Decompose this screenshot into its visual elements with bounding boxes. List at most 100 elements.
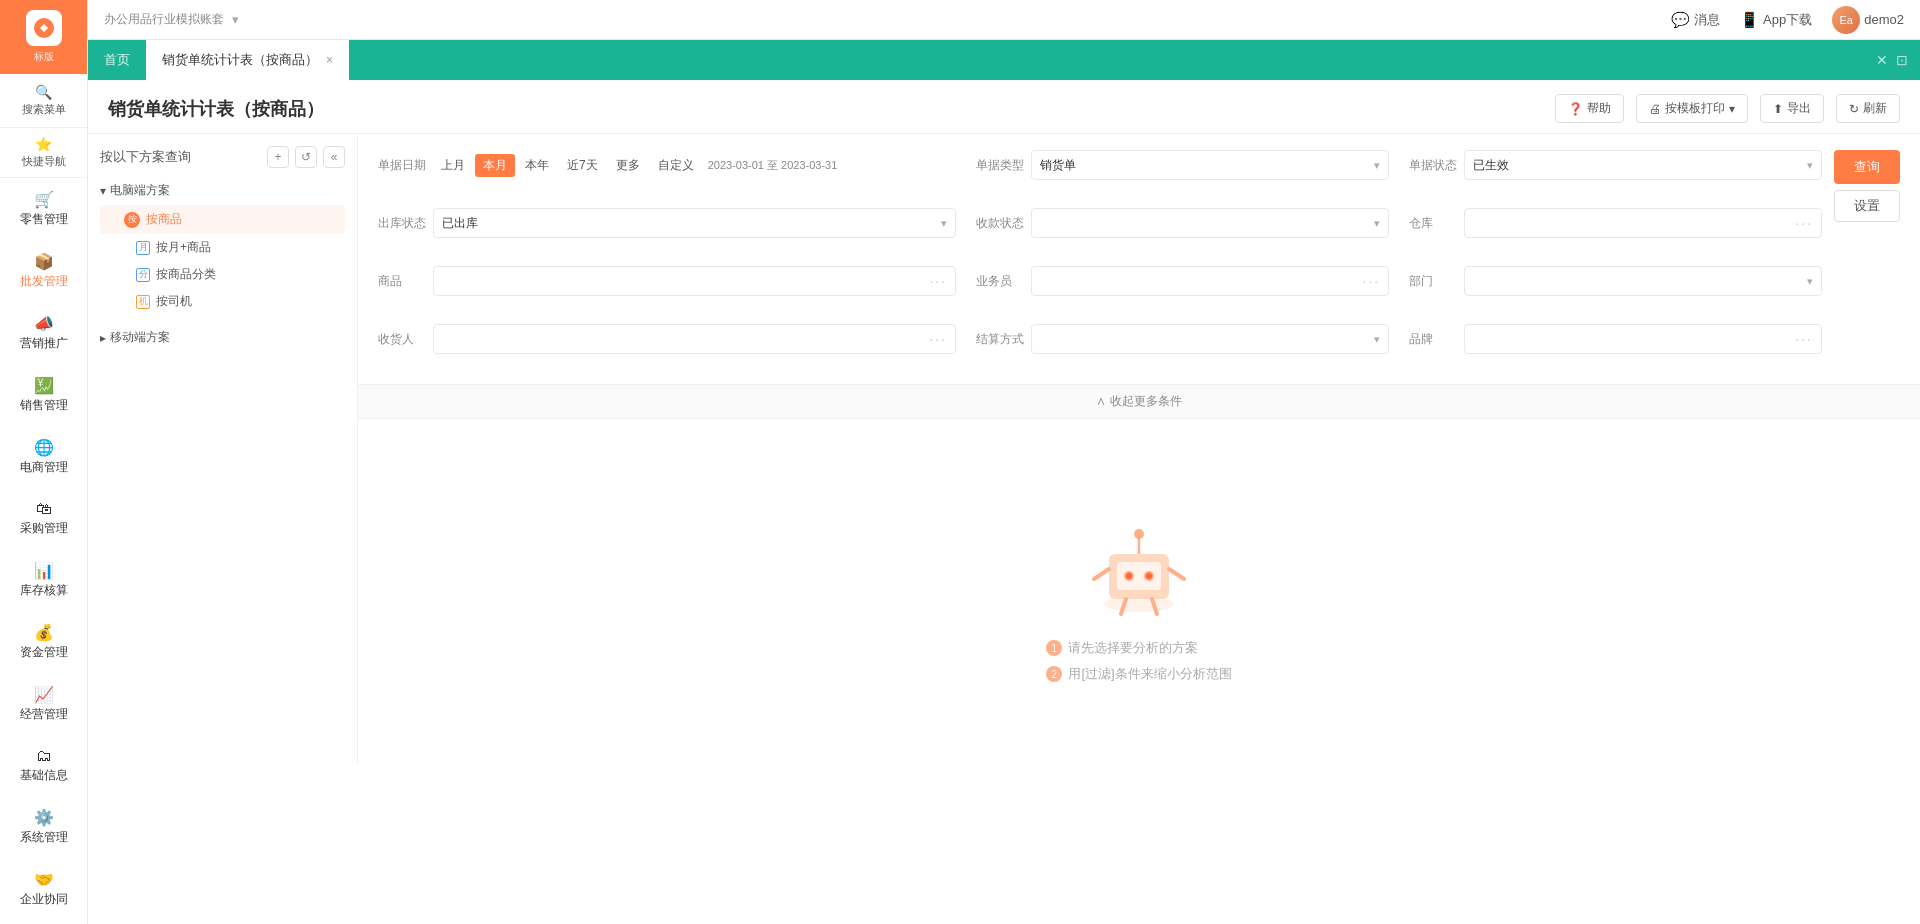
filter-field-doc-type: 单据类型 销货单 ▾ [976,150,1389,180]
wholesale-icon: 📦 [34,252,54,271]
add-scheme-btn[interactable]: + [267,146,289,168]
panel-header: 按以下方案查询 + ↺ « [88,146,357,176]
warehouse-input[interactable]: ··· [1464,208,1822,238]
system-icon: ⚙️ [34,808,54,827]
quick-nav-label: 快捷导航 [0,154,87,169]
collapse-panel-btn[interactable]: « [323,146,345,168]
scheme-item-by-machine[interactable]: 机 按司机 [100,288,345,315]
user-menu[interactable]: Ea demo2 [1832,6,1904,34]
payment-select[interactable]: ▾ [1031,324,1389,354]
desktop-group-title[interactable]: ▾ 电脑端方案 [100,176,345,205]
message-label: 消息 [1694,11,1720,29]
out-status-value: 已出库 [442,215,478,232]
export-label: 导出 [1787,100,1811,117]
tab-home[interactable]: 首页 [88,40,146,80]
tab-close-btn[interactable]: × [326,53,333,67]
window-controls: ✕ ⊡ [1864,52,1920,68]
staff-input[interactable]: ··· [1031,266,1389,296]
main-body: 按以下方案查询 + ↺ « [88,134,1920,763]
export-btn[interactable]: ⬆ 导出 [1760,94,1824,123]
ecommerce-icon: 🌐 [34,438,54,457]
warehouse-label: 仓库 [1409,215,1464,232]
doc-status-value: 已生效 [1473,157,1509,174]
active-tab-label: 销货单统计计表（按商品） [162,51,318,69]
date-tab-this-month[interactable]: 本月 [475,154,515,177]
recv-status-label: 收款状态 [976,215,1031,232]
quick-nav[interactable]: ⭐ 快捷导航 [0,128,87,178]
tab-bar: 首页 销货单统计计表（按商品） × ✕ ⊡ [88,40,1920,80]
sidebar-item-inventory[interactable]: 📊 库存核算 [0,549,87,611]
filter-field-dept: 部门 ▾ [1409,266,1822,296]
sidebar-item-sales[interactable]: 💹 销售管理 [0,364,87,426]
sidebar-item-basic[interactable]: 🗂 基础信息 [0,735,87,796]
recv-status-select[interactable]: ▾ [1031,208,1389,238]
mobile-group-title[interactable]: ▸ 移动端方案 [100,323,345,352]
sidebar-item-retail[interactable]: 🛒 零售管理 [0,178,87,240]
sales-icon: 💹 [34,376,54,395]
scheme-item-by-month-product[interactable]: 月 按月+商品 [100,234,345,261]
recipient-label: 收货人 [378,331,433,348]
scheme-item-by-category[interactable]: 分 按商品分类 [100,261,345,288]
sidebar-item-operation[interactable]: 📈 经营管理 [0,673,87,735]
sidebar-item-marketing[interactable]: 📣 营销推广 [0,302,87,364]
print-btn[interactable]: 🖨 按模板打印 ▾ [1636,94,1748,123]
left-panel: 按以下方案查询 + ↺ « [88,134,358,763]
payment-label: 结算方式 [976,331,1031,348]
main-area: 办公用品行业模拟账套 ▾ 💬 消息 📱 App下载 Ea demo2 首页 [88,0,1920,924]
doc-type-select[interactable]: 销货单 ▾ [1031,150,1389,180]
filter-field-brand: 品牌 ··· [1409,324,1822,354]
svg-rect-3 [1117,562,1161,590]
collapse-panel-icon: « [331,150,338,164]
brand-input[interactable]: ··· [1464,324,1822,354]
help-btn[interactable]: ❓ 帮助 [1555,94,1624,123]
date-tab-more[interactable]: 更多 [608,154,648,177]
page-title: 销货单统计计表（按商品） [108,97,324,121]
search-menu[interactable]: 🔍 搜索菜单 [0,74,87,128]
sidebar-item-ecommerce[interactable]: 🌐 电商管理 [0,426,87,488]
help-icon: ❓ [1568,102,1583,116]
mobile-scheme-group: ▸ 移动端方案 [88,323,357,352]
date-tab-last-month[interactable]: 上月 [433,154,473,177]
doc-status-select[interactable]: 已生效 ▾ [1464,150,1822,180]
sidebar-item-guide[interactable]: 📖 新手引导 [0,920,87,924]
out-status-select[interactable]: 已出库 ▾ [433,208,956,238]
export-icon: ⬆ [1773,102,1783,116]
logo-subtitle: 标版 [34,50,54,64]
filter-field-doc-status: 单据状态 已生效 ▾ [1409,150,1822,180]
filter-row-1: 单据日期 上月 本月 本年 近7天 更多 [378,150,1822,180]
date-tab-custom[interactable]: 自定义 [650,154,702,177]
sidebar-item-wholesale[interactable]: 📦 批发管理 [0,240,87,302]
sidebar-item-capital[interactable]: 💰 资金管理 [0,611,87,673]
marketing-icon: 📣 [34,314,54,333]
breadcrumb-dropdown-icon[interactable]: ▾ [232,12,239,27]
recipient-input[interactable]: ··· [433,324,956,354]
date-tab-this-year[interactable]: 本年 [517,154,557,177]
sidebar-item-purchase[interactable]: 🛍 采购管理 [0,488,87,549]
svg-point-6 [1126,573,1132,579]
refresh-label: 刷新 [1863,100,1887,117]
sidebar-item-system[interactable]: ⚙️ 系统管理 [0,796,87,858]
message-icon: 💬 [1671,11,1690,29]
product-input[interactable]: ··· [433,266,956,296]
sidebar-item-enterprise[interactable]: 🤝 企业协同 [0,858,87,920]
query-button[interactable]: 查询 [1834,150,1900,184]
date-tab-7days[interactable]: 近7天 [559,154,606,177]
collapse-bar[interactable]: ∧ 收起更多条件 [358,384,1920,418]
refresh-scheme-btn[interactable]: ↺ [295,146,317,168]
scheme-item-by-product[interactable]: 按 按商品 [100,205,345,234]
app-download-btn[interactable]: 📱 App下载 [1740,11,1812,29]
app-download-label: App下载 [1763,11,1812,29]
tip-item-1: 1 请先选择要分析的方案 [1046,639,1231,657]
print-label: 按模板打印 [1665,100,1725,117]
refresh-btn[interactable]: ↻ 刷新 [1836,94,1900,123]
close-tab-icon[interactable]: ✕ [1876,52,1888,68]
panel-title: 按以下方案查询 [100,148,191,166]
maximize-icon[interactable]: ⊡ [1896,52,1908,68]
settings-button[interactable]: 设置 [1834,190,1900,222]
tab-active[interactable]: 销货单统计计表（按商品） × [146,40,349,80]
date-label: 单据日期 [378,157,433,174]
dept-select[interactable]: ▾ [1464,266,1822,296]
filter-field-out-status: 出库状态 已出库 ▾ [378,208,956,238]
message-btn[interactable]: 💬 消息 [1671,11,1720,29]
dept-label: 部门 [1409,273,1464,290]
